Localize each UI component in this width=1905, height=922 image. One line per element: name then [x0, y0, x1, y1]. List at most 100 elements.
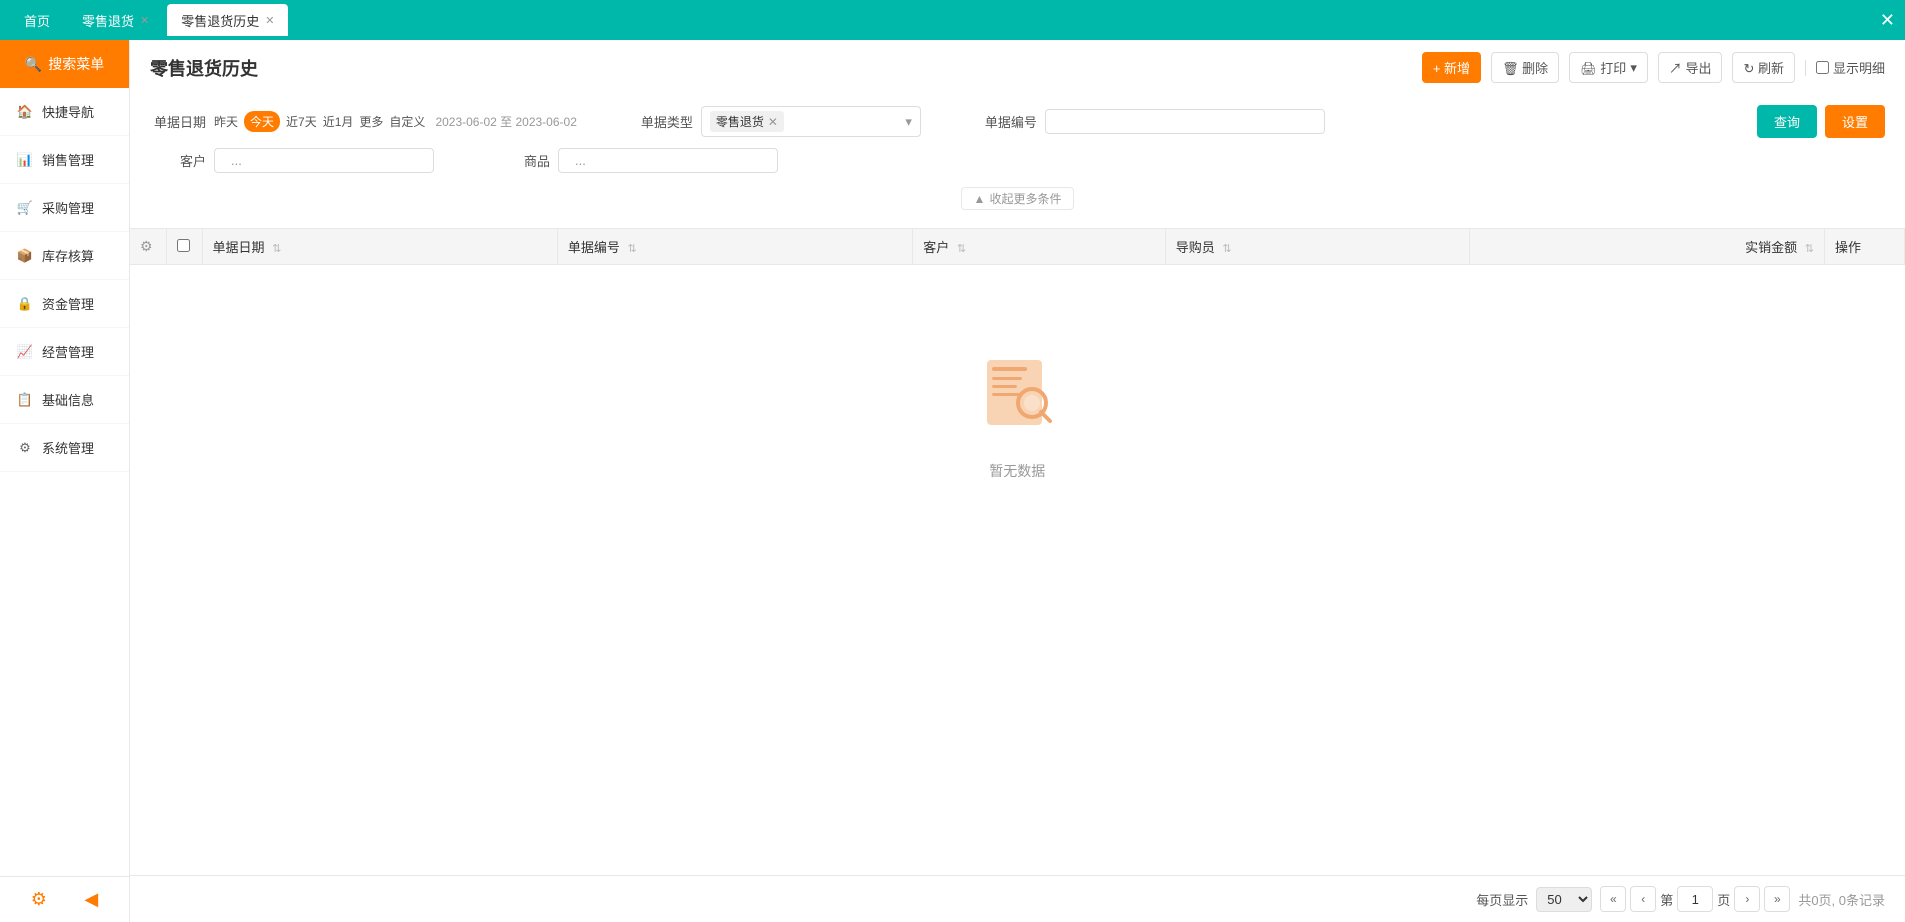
page-header-top: 零售退货历史 + 新增 🗑 删除 🖨 打印 ▾ ↗ 导出 ↻ 刷新 显示明细 [150, 52, 1885, 83]
sidebar-footer: ⚙ ◀ [0, 876, 129, 922]
sidebar-item-inventory-label: 库存核算 [42, 246, 94, 265]
sidebar-item-finance-mgmt[interactable]: 🔒 资金管理 [0, 280, 129, 328]
filter-customer-dots: ... [231, 153, 242, 168]
page-first-button[interactable]: « [1600, 886, 1626, 912]
date-more[interactable]: 更多 [359, 113, 383, 130]
display-detail-label: 显示明细 [1833, 58, 1885, 77]
page-last-button[interactable]: » [1764, 886, 1790, 912]
quick-nav-icon: 🏠 [16, 103, 34, 121]
toolbar-divider [1805, 60, 1806, 76]
sidebar-settings-icon[interactable]: ⚙ [31, 889, 47, 910]
print-dropdown-icon: ▾ [1630, 60, 1637, 76]
col-actual-amount-sort: ⇅ [1805, 243, 1814, 255]
filter-doctype-remove[interactable]: ✕ [768, 115, 778, 129]
page-prev-button[interactable]: ‹ [1630, 886, 1656, 912]
col-doc-number[interactable]: 单据编号 ⇅ [557, 229, 912, 265]
col-doc-number-sort: ⇅ [627, 243, 636, 255]
tab-retail-return-label: 零售退货 [82, 11, 134, 30]
pagination-bar: 每页显示 50 10 20 100 « ‹ 第 页 › » 共0页, 0条记录 [130, 875, 1905, 922]
sidebar-item-sales-mgmt[interactable]: 📊 销售管理 [0, 136, 129, 184]
collapse-icon: ▲ [974, 192, 986, 206]
print-button-label: 🖨 打印 [1580, 58, 1626, 77]
col-customer-label: 客户 [923, 240, 949, 255]
filter-doctype-label: 单据类型 [637, 112, 693, 131]
filter-customer-label: 客户 [150, 151, 206, 170]
add-button[interactable]: + 新增 [1422, 52, 1481, 83]
filter-date-group: 昨天 今天 近7天 近1月 更多 自定义 2023-06-02 至 2023-0… [214, 111, 577, 132]
sidebar-search[interactable]: 🔍 搜索菜单 [0, 40, 129, 88]
toolbar: + 新增 🗑 删除 🖨 打印 ▾ ↗ 导出 ↻ 刷新 显示明细 [1422, 52, 1885, 83]
select-all-checkbox[interactable] [177, 239, 190, 252]
sidebar-item-finance-mgmt-label: 资金管理 [42, 294, 94, 313]
col-operation: 操作 [1825, 229, 1905, 265]
sidebar: 🔍 搜索菜单 🏠 快捷导航 📊 销售管理 🛒 采购管理 📦 库存核算 🔒 [0, 40, 130, 922]
sidebar-menu-icon[interactable]: ◀ [84, 889, 98, 910]
sidebar-search-label: 搜索菜单 [48, 54, 104, 74]
query-action-area: 查询 设置 [1757, 105, 1885, 138]
tab-retail-return-history[interactable]: 零售退货历史 ✕ [167, 4, 288, 36]
filter-doctype-tag-label: 零售退货 [716, 113, 764, 130]
tab-retail-return-close[interactable]: ✕ [140, 14, 149, 27]
sidebar-item-system-mgmt[interactable]: ⚙ 系统管理 [0, 424, 129, 472]
date-custom[interactable]: 自定义 [389, 113, 425, 130]
inventory-icon: 📦 [16, 247, 34, 265]
tab-bar: 首页 零售退货 ✕ 零售退货历史 ✕ ✕ [0, 0, 1905, 40]
system-mgmt-icon: ⚙ [16, 439, 34, 457]
col-actual-amount[interactable]: 实销金额 ⇅ [1469, 229, 1824, 265]
col-doc-number-label: 单据编号 [568, 240, 620, 255]
date-week[interactable]: 近7天 [286, 113, 317, 130]
empty-cell: 暂无数据 [130, 265, 1905, 562]
filter-docnumber-label: 单据编号 [981, 112, 1037, 131]
date-today[interactable]: 今天 [244, 111, 280, 132]
filter-goods-input[interactable]: ... [558, 148, 778, 173]
date-month[interactable]: 近1月 [323, 113, 354, 130]
col-checkbox [166, 229, 202, 265]
col-doc-date[interactable]: 单据日期 ⇅ [202, 229, 557, 265]
page-text-label: 第 [1660, 890, 1673, 909]
col-guide[interactable]: 导购员 ⇅ [1165, 229, 1469, 265]
tab-home[interactable]: 首页 [10, 4, 64, 36]
filter-doctype-select[interactable]: 零售退货 ✕ ▾ [701, 106, 921, 137]
page-next-button[interactable]: › [1734, 886, 1760, 912]
page-number-input[interactable] [1677, 886, 1713, 912]
table-settings-icon[interactable]: ⚙ [140, 238, 153, 254]
sidebar-item-purchase-mgmt[interactable]: 🛒 采购管理 [0, 184, 129, 232]
filter-date-item: 单据日期 昨天 今天 近7天 近1月 更多 自定义 2023-06-02 至 2… [150, 111, 577, 132]
export-button[interactable]: ↗ 导出 [1658, 52, 1723, 83]
tab-retail-return[interactable]: 零售退货 ✕ [68, 4, 163, 36]
sidebar-item-inventory[interactable]: 📦 库存核算 [0, 232, 129, 280]
sidebar-item-sales-mgmt-label: 销售管理 [42, 150, 94, 169]
search-icon: 🔍 [25, 56, 42, 73]
refresh-button[interactable]: ↻ 刷新 [1732, 52, 1795, 83]
filter-docnumber-item: 单据编号 [981, 109, 1325, 134]
pagination-nav: « ‹ 第 页 › » [1600, 886, 1790, 912]
query-button[interactable]: 查询 [1757, 105, 1817, 138]
setting-button[interactable]: 设置 [1825, 105, 1885, 138]
date-yesterday[interactable]: 昨天 [214, 113, 238, 130]
display-detail-checkbox[interactable]: 显示明细 [1816, 58, 1885, 77]
collapse-button[interactable]: ▲ 收起更多条件 [961, 187, 1075, 210]
print-button[interactable]: 🖨 打印 ▾ [1569, 52, 1648, 83]
filter-customer-input[interactable]: ... [214, 148, 434, 173]
tab-retail-return-history-close[interactable]: ✕ [265, 14, 274, 27]
col-doc-date-sort: ⇅ [272, 243, 281, 255]
sidebar-item-quick-nav[interactable]: 🏠 快捷导航 [0, 88, 129, 136]
filter-docnumber-input[interactable] [1045, 109, 1325, 134]
col-guide-sort: ⇅ [1222, 243, 1231, 255]
filter-date-label: 单据日期 [150, 112, 206, 131]
per-page-select[interactable]: 50 10 20 100 [1536, 887, 1592, 912]
tab-retail-return-history-label: 零售退货历史 [181, 11, 259, 30]
empty-text: 暂无数据 [989, 461, 1045, 481]
col-customer-sort: ⇅ [957, 243, 966, 255]
purchase-mgmt-icon: 🛒 [16, 199, 34, 217]
per-page-label: 每页显示 [1476, 890, 1528, 909]
col-customer[interactable]: 客户 ⇅ [913, 229, 1166, 265]
content-area: 零售退货历史 + 新增 🗑 删除 🖨 打印 ▾ ↗ 导出 ↻ 刷新 显示明细 [130, 40, 1905, 922]
display-detail-input[interactable] [1816, 61, 1829, 74]
window-close-icon[interactable]: ✕ [1880, 10, 1895, 31]
sidebar-item-basic-info[interactable]: 📋 基础信息 [0, 376, 129, 424]
sidebar-item-operations-mgmt[interactable]: 📈 经营管理 [0, 328, 129, 376]
delete-button[interactable]: 🗑 删除 [1491, 52, 1559, 83]
filter-doctype-item: 单据类型 零售退货 ✕ ▾ [637, 106, 921, 137]
table-header: ⚙ 单据日期 ⇅ 单据编号 ⇅ [130, 229, 1905, 265]
